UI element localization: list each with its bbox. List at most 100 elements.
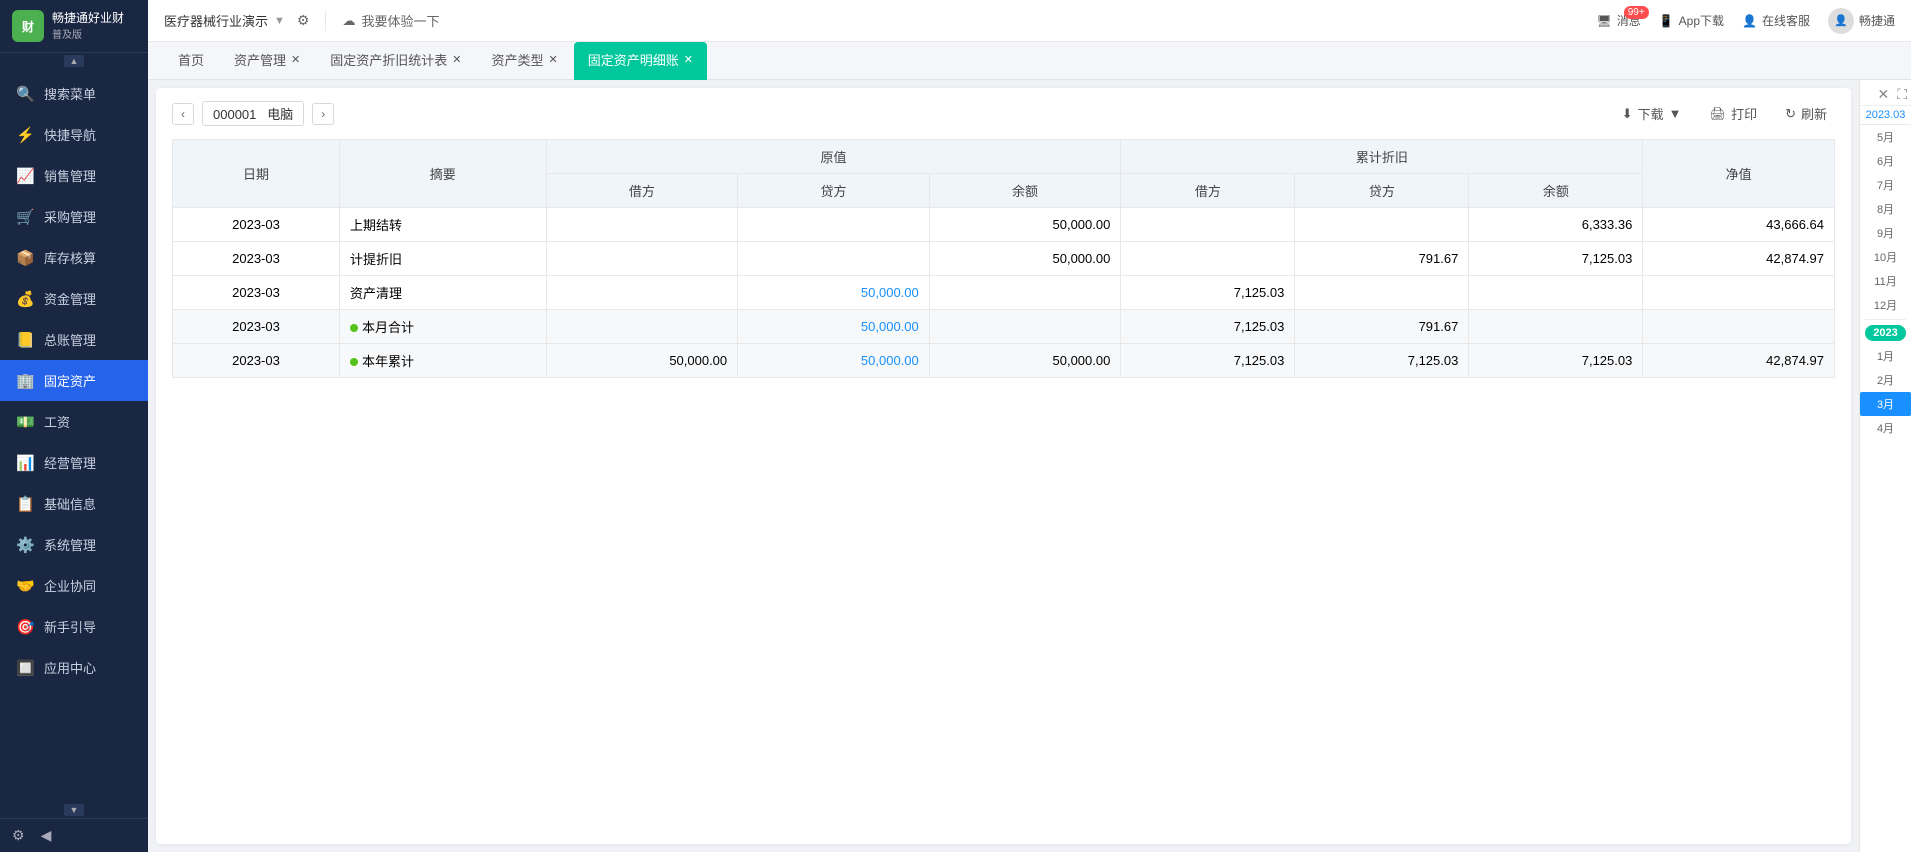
cell-accum-debit: 7,125.03: [1121, 344, 1295, 378]
sidebar-item-label: 系统管理: [44, 535, 96, 554]
sidebar-item-label: 搜索菜单: [44, 84, 96, 103]
experience-btn[interactable]: ☁ 我要体验一下: [342, 11, 439, 30]
tab-depreciation[interactable]: 固定资产折旧统计表 ✕: [316, 42, 475, 80]
sidebar-item-ledger[interactable]: 📒总账管理: [0, 319, 148, 360]
cell-accum-credit: 7,125.03: [1295, 344, 1469, 378]
cell-date: 2023-03: [173, 208, 340, 242]
cell-accum-credit: 791.67: [1295, 242, 1469, 276]
timeline-panel: ✕ ⛶ 2023.03 5月6月7月8月9月10月11月12月 2023 1月2月3…: [1859, 80, 1911, 852]
timeline-month-2月[interactable]: 2月: [1860, 368, 1911, 392]
sidebar-item-inventory[interactable]: 📦库存核算: [0, 237, 148, 278]
messages-badge: 99+: [1624, 6, 1649, 19]
timeline-month-9月[interactable]: 9月: [1860, 221, 1911, 245]
tab-close-depreciation[interactable]: ✕: [452, 53, 461, 66]
sidebar-item-label: 资金管理: [44, 289, 96, 308]
th-accum-debit: 借方: [1121, 174, 1295, 208]
sidebar-item-payroll[interactable]: 💵工资: [0, 401, 148, 442]
next-asset-btn[interactable]: ›: [312, 103, 334, 125]
prev-asset-btn[interactable]: ‹: [172, 103, 194, 125]
tab-label-depreciation: 固定资产折旧统计表: [330, 50, 447, 69]
sidebar-scroll-up: ▲: [0, 53, 148, 69]
timeline-header: 2023.03: [1860, 106, 1911, 125]
experience-label: 我要体验一下: [361, 11, 439, 30]
cell-orig-balance: 50,000.00: [929, 344, 1121, 378]
cell-summary: 上期结转: [339, 208, 546, 242]
tab-assetdetail[interactable]: 固定资产明细账 ✕: [574, 42, 707, 80]
timeline-month-1月[interactable]: 1月: [1860, 344, 1911, 368]
timeline-month-10月[interactable]: 10月: [1860, 245, 1911, 269]
collapse-footer-icon[interactable]: ◀: [41, 827, 52, 844]
company-selector[interactable]: 医疗器械行业演示 ▼: [164, 11, 285, 30]
cell-accum-balance: 6,333.36: [1469, 208, 1643, 242]
th-accumulated-depreciation: 累计折旧: [1121, 140, 1643, 174]
settings-footer-icon[interactable]: ⚙: [12, 827, 25, 844]
company-name: 医疗器械行业演示: [164, 11, 268, 30]
tab-assettype[interactable]: 资产类型 ✕: [477, 42, 571, 80]
timeline-month-5月[interactable]: 5月: [1860, 125, 1911, 149]
panel-close-btn[interactable]: ✕: [1877, 86, 1889, 103]
tab-home[interactable]: 首页: [164, 42, 218, 80]
logo-sub: 普及版: [52, 26, 124, 41]
cell-summary: 本年累计: [339, 344, 546, 378]
refresh-icon: ↻: [1785, 106, 1796, 122]
sidebar-item-label: 基础信息: [44, 494, 96, 513]
sidebar-item-quicknav[interactable]: ⚡快捷导航: [0, 114, 148, 155]
bizmanage-icon: 📊: [16, 454, 34, 472]
tab-close-assetdetail[interactable]: ✕: [684, 53, 693, 66]
logo-text: 畅捷通好业财: [52, 11, 124, 27]
settings-icon[interactable]: ⚙: [297, 12, 310, 29]
scroll-down-btn[interactable]: ▼: [64, 804, 84, 816]
sidebar-item-label: 新手引导: [44, 617, 96, 636]
tab-close-assetmgmt[interactable]: ✕: [291, 53, 300, 66]
sidebar-item-sysmanage[interactable]: ⚙️系统管理: [0, 524, 148, 565]
print-label: 打印: [1731, 104, 1757, 123]
timeline-month-7月[interactable]: 7月: [1860, 173, 1911, 197]
service-btn[interactable]: 👤 在线客服: [1742, 12, 1810, 29]
sidebar-item-purchase[interactable]: 🛒采购管理: [0, 196, 148, 237]
timeline-month-6月[interactable]: 6月: [1860, 149, 1911, 173]
sidebar-item-appcenter[interactable]: 🔲应用中心: [0, 647, 148, 688]
cell-date: 2023-03: [173, 344, 340, 378]
cell-accum-debit: [1121, 208, 1295, 242]
timeline-month-11月[interactable]: 11月: [1860, 269, 1911, 293]
download-icon: 📱: [1659, 14, 1674, 28]
panel-expand-btn[interactable]: ⛶: [1897, 86, 1907, 103]
th-accum-balance: 余额: [1469, 174, 1643, 208]
topbar: 医疗器械行业演示 ▼ ⚙ ☁ 我要体验一下 🖥 消息 99+ 📱 App下载 👤…: [148, 0, 1911, 42]
tab-label-assettype: 资产类型: [491, 50, 543, 69]
timeline-month-4月[interactable]: 4月: [1860, 416, 1911, 440]
download-arrow: ▼: [1669, 106, 1682, 121]
sidebar-item-search[interactable]: 🔍搜索菜单: [0, 73, 148, 114]
cell-orig-credit: 50,000.00: [738, 310, 930, 344]
content: ‹ 000001 电脑 › ⬇ 下载 ▼ 🖨 打印: [148, 80, 1911, 852]
cell-accum-debit: 7,125.03: [1121, 310, 1295, 344]
sidebar-item-guide[interactable]: 🎯新手引导: [0, 606, 148, 647]
message-icon: 🖥: [1596, 14, 1611, 28]
print-btn[interactable]: 🖨 打印: [1702, 100, 1766, 127]
sidebar-item-fixedasset[interactable]: 🏢固定资产: [0, 360, 148, 401]
sidebar-item-cooperation[interactable]: 🤝企业协同: [0, 565, 148, 606]
scroll-up-btn[interactable]: ▲: [64, 55, 84, 67]
sidebar-item-sales[interactable]: 📈销售管理: [0, 155, 148, 196]
download-btn[interactable]: ⬇ 下载 ▼: [1614, 100, 1690, 127]
asset-code: 000001 电脑: [202, 101, 304, 126]
tab-close-assettype[interactable]: ✕: [549, 53, 558, 66]
table-row: 2023-03 本年累计 50,000.00 50,000.00 50,000.…: [173, 344, 1835, 378]
sidebar-item-bizmanage[interactable]: 📊经营管理: [0, 442, 148, 483]
user-info[interactable]: 👤 畅捷通: [1828, 8, 1895, 34]
sidebar-item-label: 应用中心: [44, 658, 96, 677]
messages-btn[interactable]: 🖥 消息 99+: [1596, 12, 1640, 29]
refresh-btn[interactable]: ↻ 刷新: [1777, 100, 1835, 127]
cell-net-value: 43,666.64: [1643, 208, 1835, 242]
cloud-icon: ☁: [342, 13, 355, 29]
timeline-month-12月[interactable]: 12月: [1860, 293, 1911, 317]
th-summary: 摘要: [339, 140, 546, 208]
sidebar-item-capital[interactable]: 💰资金管理: [0, 278, 148, 319]
tab-assetmgmt[interactable]: 资产管理 ✕: [220, 42, 314, 80]
download-btn[interactable]: 📱 App下载: [1659, 12, 1724, 29]
year-badge[interactable]: 2023: [1865, 325, 1905, 341]
sidebar-item-basicinfo[interactable]: 📋基础信息: [0, 483, 148, 524]
timeline-month-8月[interactable]: 8月: [1860, 197, 1911, 221]
sidebar-item-label: 工资: [44, 412, 70, 431]
timeline-month-3月[interactable]: 3月: [1860, 392, 1911, 416]
